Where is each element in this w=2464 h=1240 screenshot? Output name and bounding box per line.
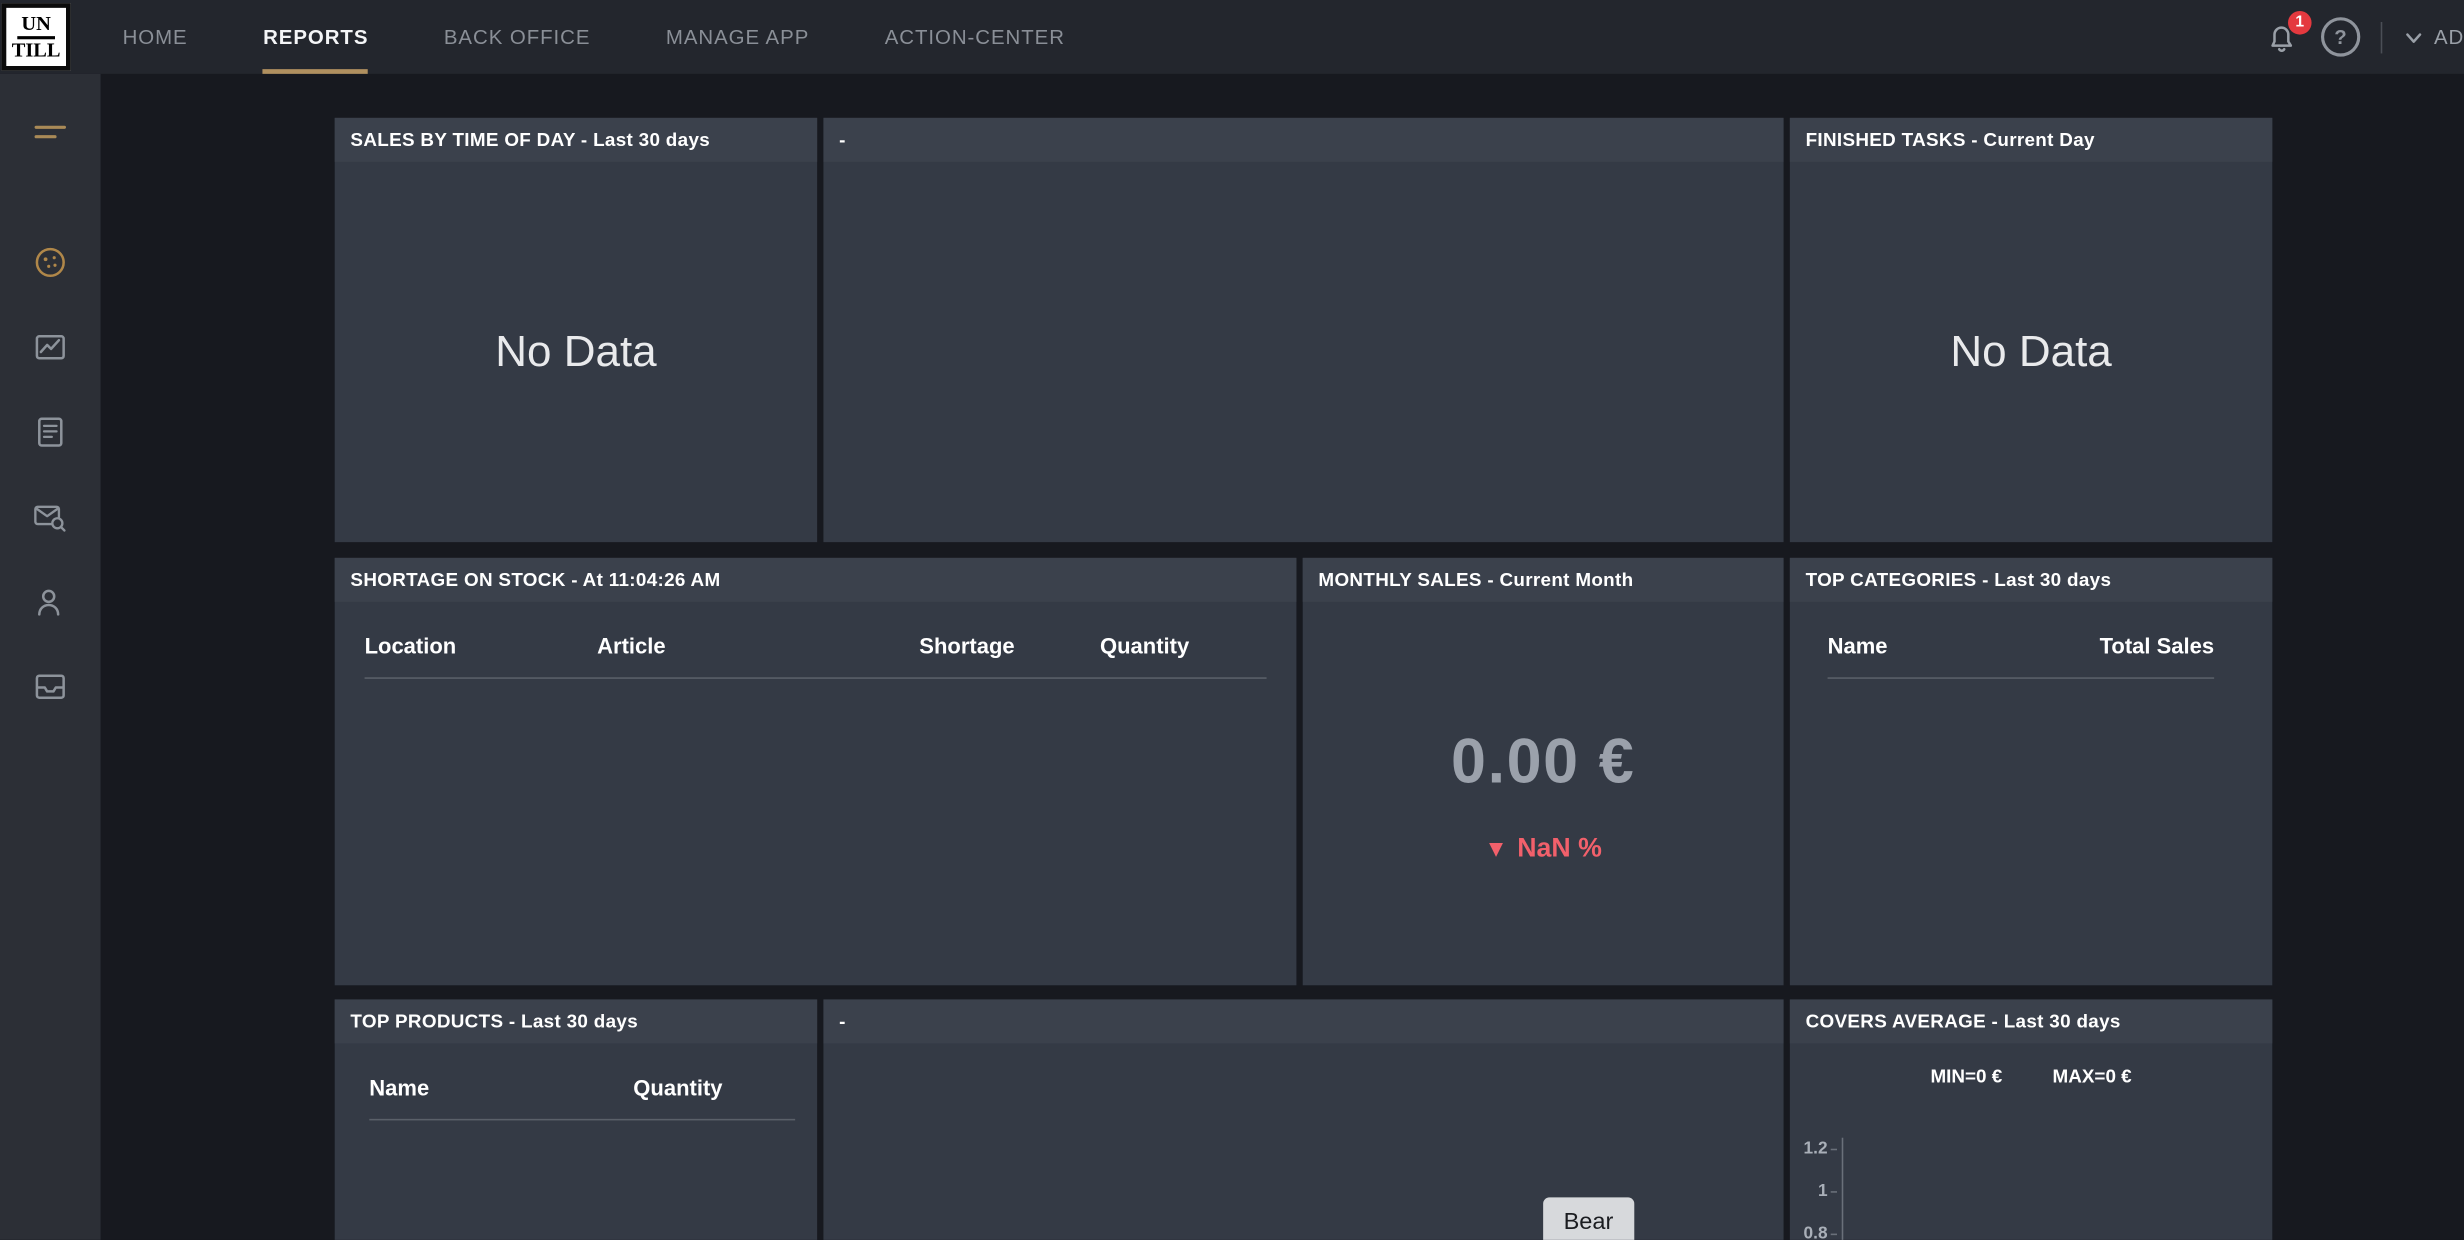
shortage-table-header: Location Article Shortage Quantity xyxy=(364,633,1267,679)
document-icon xyxy=(38,417,63,447)
user-icon xyxy=(38,589,60,616)
user-menu-button[interactable]: AD xyxy=(2403,25,2464,49)
card-title: FINISHED TASKS - Current Day xyxy=(1789,117,2273,162)
card-sales-by-time-of-day: SALES BY TIME OF DAY - Last 30 days No D… xyxy=(334,117,818,543)
card-title: SHORTAGE ON STOCK - At 11:04:26 AM xyxy=(334,557,1297,602)
menu-icon xyxy=(34,125,66,139)
y-axis-tick: 0.8 xyxy=(1790,1224,1837,1240)
app-viewport: UN TILL HOME REPORTS BACK OFFICE MANAGE … xyxy=(0,0,2464,1240)
card-title: MONTHLY SALES - Current Month xyxy=(1302,557,1784,602)
column-quantity: Quantity xyxy=(633,1074,723,1100)
column-name: Name xyxy=(1827,633,1888,659)
column-shortage: Shortage xyxy=(919,633,1015,659)
card-body xyxy=(823,162,1783,542)
topbar-right-controls: 1 ? AD xyxy=(2263,0,2464,74)
user-label: AD xyxy=(2434,25,2464,49)
sidebar-item-sales-reports[interactable] xyxy=(31,328,69,366)
top-navigation-bar: UN TILL HOME REPORTS BACK OFFICE MANAGE … xyxy=(0,0,2464,74)
mail-search-icon xyxy=(34,505,66,532)
sidebar-icon-list xyxy=(31,244,69,706)
help-button[interactable]: ? xyxy=(2320,17,2361,57)
sidebar-item-users[interactable] xyxy=(31,583,69,621)
y-axis-tick: 1.2 xyxy=(1790,1139,1837,1158)
chevron-down-icon xyxy=(2406,32,2422,43)
y-axis-line xyxy=(1841,1137,1844,1240)
card-title: SALES BY TIME OF DAY - Last 30 days xyxy=(334,117,818,162)
card-monthly-sales: MONTHLY SALES - Current Month 0.00 € ▼ Na… xyxy=(1302,557,1784,986)
sidebar-item-dashboard[interactable] xyxy=(31,244,69,282)
nav-item-home[interactable]: HOME xyxy=(123,0,188,74)
inbox-icon xyxy=(35,674,65,699)
trend-value: NaN % xyxy=(1517,832,1602,863)
chart-frame-icon xyxy=(35,335,65,360)
sidebar-item-mail-search[interactable] xyxy=(31,498,69,536)
untill-logo[interactable]: UN TILL xyxy=(1,3,71,71)
column-quantity: Quantity xyxy=(1100,633,1190,659)
y-axis-tick: 1 xyxy=(1790,1182,1837,1201)
notifications-button[interactable]: 1 xyxy=(2263,10,2312,56)
column-location: Location xyxy=(364,633,457,659)
nav-item-back-office[interactable]: BACK OFFICE xyxy=(444,0,591,74)
cookie-dashboard-icon xyxy=(35,247,65,278)
topbar-divider xyxy=(2380,21,2383,53)
card-title: COVERS AVERAGE - Last 30 days xyxy=(1789,999,2273,1044)
card-body: MIN=0 € MAX=0 € 1.2 1 0.8 xyxy=(1790,1065,2272,1240)
card-untitled-top: - xyxy=(823,117,1784,543)
logo-text-bottom: TILL xyxy=(11,36,61,61)
nav-item-reports[interactable]: REPORTS xyxy=(263,0,369,74)
nav-item-action-center[interactable]: ACTION-CENTER xyxy=(885,0,1065,74)
card-finished-tasks: FINISHED TASKS - Current Day No Data xyxy=(1789,117,2273,543)
card-title: - xyxy=(823,117,1784,162)
logo-text-top: UN xyxy=(16,12,56,39)
column-name: Name xyxy=(369,1074,430,1100)
card-body: Location Article Shortage Quantity xyxy=(335,633,1297,1016)
monthly-sales-trend: ▼ NaN % xyxy=(1303,833,1784,864)
chart-tooltip-bear[interactable]: Bear xyxy=(1543,1197,1634,1240)
card-covers-average: COVERS AVERAGE - Last 30 days MIN=0 € MA… xyxy=(1789,999,2273,1240)
categories-table-header: Name Total Sales xyxy=(1827,633,2215,679)
sidebar-item-documents[interactable] xyxy=(31,413,69,451)
card-shortage-on-stock: SHORTAGE ON STOCK - At 11:04:26 AM Locat… xyxy=(334,557,1297,986)
products-table-header: Name Quantity xyxy=(369,1074,796,1121)
monthly-sales-amount: 0.00 € xyxy=(1451,727,1636,797)
card-body: Bear xyxy=(823,1043,1783,1240)
sidebar-item-inbox[interactable] xyxy=(31,668,69,706)
card-top-categories: TOP CATEGORIES - Last 30 days Name Total… xyxy=(1789,557,2273,986)
column-article: Article xyxy=(597,633,666,659)
no-data-text: No Data xyxy=(495,326,657,376)
card-untitled-bottom: - Bear xyxy=(823,999,1784,1240)
sidebar-toggle-button[interactable] xyxy=(31,115,69,153)
no-data-text: No Data xyxy=(1950,326,2112,376)
card-body: No Data xyxy=(1790,162,2272,542)
card-body: Name Total Sales xyxy=(1790,633,2272,1016)
card-top-products: TOP PRODUCTS - Last 30 days Name Quantit… xyxy=(334,999,818,1240)
card-body: No Data xyxy=(335,162,817,542)
notification-badge: 1 xyxy=(2287,10,2312,34)
card-body: Name Quantity xyxy=(335,1075,817,1240)
help-glyph: ? xyxy=(2334,25,2347,49)
covers-chart-area: 1.2 1 0.8 xyxy=(1790,1065,2272,1240)
nav-item-manage-app[interactable]: MANAGE APP xyxy=(666,0,809,74)
card-title: TOP PRODUCTS - Last 30 days xyxy=(334,999,818,1044)
trend-down-icon: ▼ xyxy=(1484,836,1508,863)
sidebar xyxy=(0,73,101,1240)
main-nav: HOME REPORTS BACK OFFICE MANAGE APP ACTI… xyxy=(123,0,1065,74)
card-title: - xyxy=(823,999,1784,1044)
column-total-sales: Total Sales xyxy=(2099,633,2215,659)
card-title: TOP CATEGORIES - Last 30 days xyxy=(1789,557,2273,602)
